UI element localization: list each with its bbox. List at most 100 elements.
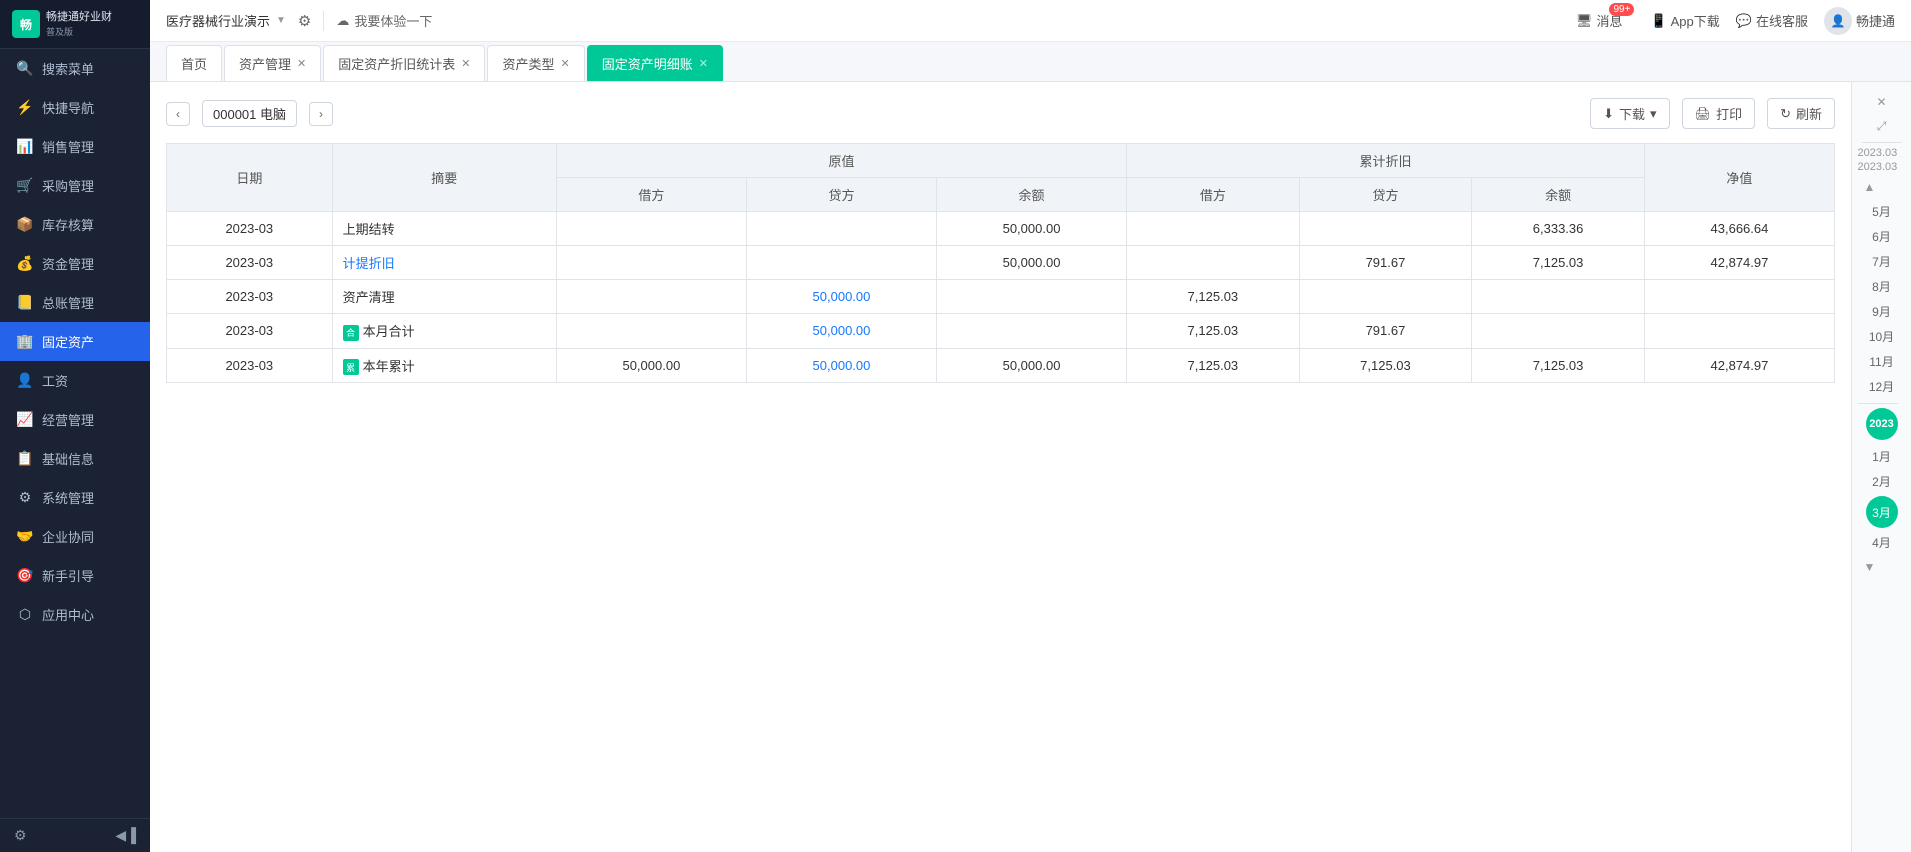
cell-orig-credit: 50,000.00 xyxy=(746,314,936,349)
sidebar: 畅 畅捷通好业财 普及版 🔍搜索菜单⚡快捷导航📊销售管理🛒采购管理📦库存核算💰资… xyxy=(0,0,150,852)
cell-net-value: 43,666.64 xyxy=(1644,212,1834,246)
sidebar-item-operations[interactable]: 📈经营管理 xyxy=(0,400,150,439)
summary-link[interactable]: 计提折旧 xyxy=(343,256,395,271)
sidebar-label-quick-nav: 快捷导航 xyxy=(42,98,94,117)
online-service-label: 在线客服 xyxy=(1756,11,1808,30)
sidebar-item-funds[interactable]: 💰资金管理 xyxy=(0,244,150,283)
sidebar-label-fixed-assets: 固定资产 xyxy=(42,332,94,351)
tab-asset-mgmt-close[interactable]: ✕ xyxy=(297,57,306,70)
right-panel-close-icon[interactable]: ✕ xyxy=(1870,90,1894,114)
tab-asset-type-close[interactable]: ✕ xyxy=(561,57,570,70)
cell-orig-balance: 50,000.00 xyxy=(936,212,1126,246)
print-icon: 🖨 xyxy=(1695,106,1712,122)
experience-button[interactable]: ☁ 我要体验一下 xyxy=(336,11,432,30)
table-row: 2023-03 资产清理 50,000.00 7,125.03 xyxy=(167,280,1835,314)
rp-scroll-up-icon[interactable]: ▲ xyxy=(1858,175,1882,199)
cell-accum-credit: 791.67 xyxy=(1299,246,1472,280)
sidebar-item-ledger[interactable]: 📒总账管理 xyxy=(0,283,150,322)
tab-asset-mgmt[interactable]: 资产管理 ✕ xyxy=(224,45,321,81)
next-asset-button[interactable]: › xyxy=(309,102,333,126)
sidebar-item-basic-info[interactable]: 📋基础信息 xyxy=(0,439,150,478)
rp-mid-divider xyxy=(1858,403,1898,404)
cell-orig-debit xyxy=(556,314,746,349)
sidebar-item-guide[interactable]: 🎯 新手引导 xyxy=(0,556,150,595)
sidebar-icon-funds: 💰 xyxy=(16,255,34,273)
rp-prev-month[interactable]: 8月 xyxy=(1858,274,1906,299)
company-selector[interactable]: 医疗器械行业演示 ▼ xyxy=(166,11,286,30)
rp-prev-month[interactable]: 10月 xyxy=(1858,324,1906,349)
sidebar-label-guide: 新手引导 xyxy=(42,566,94,585)
cell-date: 2023-03 xyxy=(167,280,333,314)
tab-asset-detail-close[interactable]: ✕ xyxy=(699,57,708,70)
cell-orig-credit xyxy=(746,246,936,280)
table-row: 2023-03 合本月合计 50,000.00 7,125.03 791.67 xyxy=(167,314,1835,349)
collapse-icon[interactable]: ◀▐ xyxy=(115,827,136,844)
sidebar-icon-guide: 🎯 xyxy=(16,567,34,585)
sidebar-icon-payroll: 👤 xyxy=(16,372,34,390)
tab-asset-detail[interactable]: 固定资产明细账 ✕ xyxy=(587,45,723,81)
refresh-button[interactable]: ↻ 刷新 xyxy=(1767,98,1835,129)
rp-scroll-down-icon[interactable]: ▼ xyxy=(1858,555,1882,579)
settings-icon[interactable]: ⚙ xyxy=(14,827,27,844)
print-label: 打印 xyxy=(1716,104,1742,123)
download-button[interactable]: ⬇ 下载 ▾ xyxy=(1590,98,1669,129)
online-service-action[interactable]: 💬 在线客服 xyxy=(1736,11,1808,30)
sidebar-label-system: 系统管理 xyxy=(42,488,94,507)
print-button[interactable]: 🖨 打印 xyxy=(1682,98,1756,129)
tab-asset-mgmt-label: 资产管理 xyxy=(239,54,291,73)
tab-home[interactable]: 首页 xyxy=(166,45,222,81)
rp-current-month[interactable]: 3月 xyxy=(1866,496,1898,528)
rp-prev-month[interactable]: 5月 xyxy=(1858,199,1906,224)
sidebar-item-purchase[interactable]: 🛒采购管理 xyxy=(0,166,150,205)
sidebar-item-app-center[interactable]: ⬡应用中心 xyxy=(0,595,150,634)
cell-summary: 上期结转 xyxy=(332,212,556,246)
refresh-label: 刷新 xyxy=(1796,104,1822,123)
rp-prev-month[interactable]: 9月 xyxy=(1858,299,1906,324)
sidebar-item-system[interactable]: ⚙系统管理 xyxy=(0,478,150,517)
cell-orig-balance: 50,000.00 xyxy=(936,246,1126,280)
rp-current-month[interactable]: 2月 xyxy=(1858,469,1906,494)
toolbar-row: ‹ 000001 电脑 › ⬇ 下载 ▾ 🖨 打印 ↻ 刷新 xyxy=(166,98,1835,129)
rp-prev-year-label1: 2023.03 xyxy=(1858,147,1906,159)
sidebar-label-basic-info: 基础信息 xyxy=(42,449,94,468)
tab-depreciation-stats-label: 固定资产折旧统计表 xyxy=(338,54,455,73)
company-name: 医疗器械行业演示 xyxy=(166,11,270,30)
download-icon: ⬇ xyxy=(1603,106,1614,122)
cell-orig-balance xyxy=(936,280,1126,314)
cell-accum-debit xyxy=(1127,212,1300,246)
sidebar-bottom: ⚙ ◀▐ xyxy=(0,818,150,852)
sidebar-label-inventory: 库存核算 xyxy=(42,215,94,234)
sidebar-item-search[interactable]: 🔍搜索菜单 xyxy=(0,49,150,88)
sub-col-accum-credit: 贷方 xyxy=(1299,178,1472,212)
tab-asset-type-label: 资产类型 xyxy=(502,54,554,73)
sidebar-icon-search: 🔍 xyxy=(16,60,34,78)
right-panel-expand-icon[interactable]: ⤢ xyxy=(1870,114,1894,138)
tab-asset-type[interactable]: 资产类型 ✕ xyxy=(487,45,584,81)
rp-prev-month[interactable]: 6月 xyxy=(1858,224,1906,249)
rp-prev-month[interactable]: 11月 xyxy=(1858,349,1906,374)
prev-asset-button[interactable]: ‹ xyxy=(166,102,190,126)
tab-depreciation-stats-close[interactable]: ✕ xyxy=(461,57,470,70)
sidebar-label-payroll: 工资 xyxy=(42,371,68,390)
sub-col-accum-debit: 借方 xyxy=(1127,178,1300,212)
cell-orig-credit xyxy=(746,212,936,246)
cell-accum-debit: 7,125.03 xyxy=(1127,348,1300,383)
sidebar-item-payroll[interactable]: 👤 工资 xyxy=(0,361,150,400)
rp-current-month[interactable]: 4月 xyxy=(1858,530,1906,555)
sidebar-item-inventory[interactable]: 📦库存核算 xyxy=(0,205,150,244)
sidebar-item-fixed-assets[interactable]: 🏢固定资产 xyxy=(0,322,150,361)
app-download-action[interactable]: 📱 App下载 xyxy=(1650,11,1719,30)
rp-prev-month[interactable]: 7月 xyxy=(1858,249,1906,274)
user-action[interactable]: 👤 畅捷通 xyxy=(1824,7,1895,35)
sidebar-item-quick-nav[interactable]: ⚡快捷导航 xyxy=(0,88,150,127)
cell-orig-credit: 50,000.00 xyxy=(746,280,936,314)
tab-depreciation-stats[interactable]: 固定资产折旧统计表 ✕ xyxy=(323,45,485,81)
cell-orig-debit xyxy=(556,246,746,280)
settings-gear-icon[interactable]: ⚙ xyxy=(298,12,311,30)
cell-date: 2023-03 xyxy=(167,246,333,280)
message-action[interactable]: 🖥 消息 99+ xyxy=(1576,11,1623,30)
sidebar-item-sales[interactable]: 📊销售管理 xyxy=(0,127,150,166)
rp-current-month[interactable]: 1月 xyxy=(1858,444,1906,469)
sidebar-item-cooperation[interactable]: 🤝企业协同 xyxy=(0,517,150,556)
rp-prev-month[interactable]: 12月 xyxy=(1858,374,1906,399)
